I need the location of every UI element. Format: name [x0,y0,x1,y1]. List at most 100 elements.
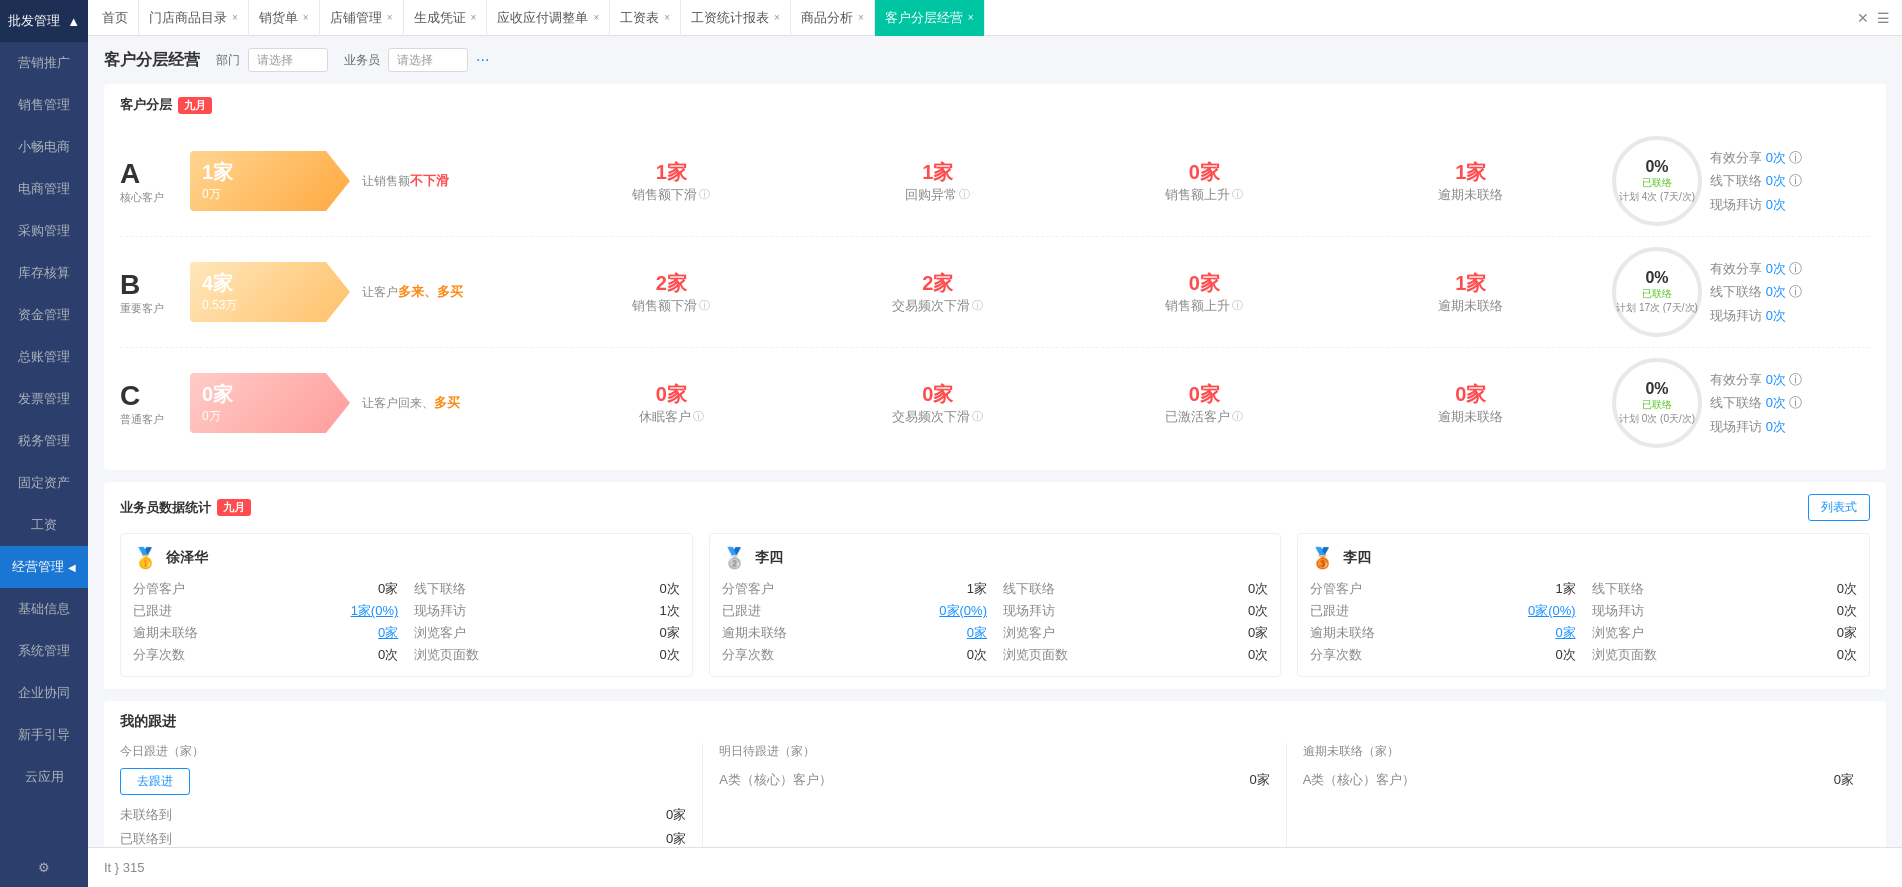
sidebar-item-固定资产[interactable]: 固定资产 [0,462,88,504]
dept-filter: 部门 请选择 [216,48,328,72]
close-icon[interactable]: × [387,12,393,23]
tab-product-analysis[interactable]: 商品分析 × [791,0,875,36]
stat-row: 现场拜访 0次 [1003,602,1268,620]
settings-btn[interactable]: ⚙ [0,848,88,887]
tab-payroll[interactable]: 工资表 × [610,0,681,36]
stat-key: 已跟进 [133,602,172,620]
stat-val-link[interactable]: 0家 [378,624,398,642]
tab-customer-tier[interactable]: 客户分层经营 × [875,0,985,36]
sidebar-item-采购管理[interactable]: 采购管理 [0,210,88,252]
sidebar-toggle-icon: ▲ [67,14,80,29]
stat-val: 0次 [1248,602,1268,620]
sidebar-item-工资[interactable]: 工资 [0,504,88,546]
tab-store-mgmt[interactable]: 店铺管理 × [320,0,404,36]
stat-val: 0次 [659,580,679,598]
close-icon[interactable]: × [774,12,780,23]
info-icon[interactable]: ⓘ [699,187,710,202]
stat-row: 线下联络 0次 [1592,580,1857,598]
stat-key: 线下联络 [1003,580,1055,598]
info-icon[interactable]: ⓘ [1232,409,1243,424]
stat-val-link[interactable]: 0家(0%) [1528,602,1576,620]
close-icon[interactable]: × [858,12,864,23]
close-icon[interactable]: × [303,12,309,23]
info-icon[interactable]: ⓘ [972,298,983,313]
sidebar-item-企业协同[interactable]: 企业协同 [0,672,88,714]
sidebar-item-销售管理[interactable]: 销售管理 [0,84,88,126]
stat-val-link[interactable]: 0家 [967,624,987,642]
info-icon[interactable]: ⓘ [1232,187,1243,202]
follow-key: A类（核心）客户） [1303,771,1416,789]
metric-label: 交易频次下滑 ⓘ [805,408,1072,426]
tier-suggestion-highlight-b: 多来、多买 [398,284,463,299]
stat-key: 分享次数 [133,646,185,664]
sidebar-item-基础信息[interactable]: 基础信息 [0,588,88,630]
stat-row: 浏览页面数 0次 [1592,646,1857,664]
sidebar-item-库存核算[interactable]: 库存核算 [0,252,88,294]
stat-val-link[interactable]: 0家 [1555,624,1575,642]
stat-row: 浏览页面数 0次 [414,646,679,664]
stat-val: 0次 [659,646,679,664]
sidebar-item-总账管理[interactable]: 总账管理 [0,336,88,378]
tab-voucher[interactable]: 生成凭证 × [404,0,488,36]
circle-plan-a: 计划 4次 (7天/次) [1619,190,1695,204]
follow-tomorrow-label: 明日待跟进（家） [719,743,1269,760]
info-icon[interactable]: ⓘ [959,187,970,202]
sidebar-item-税务管理[interactable]: 税务管理 [0,420,88,462]
stat-row: 线下联络 0次 [414,580,679,598]
tier-stat-box-c[interactable]: 0家 0万 [190,373,350,433]
tier-stat-box-b[interactable]: 4家 0.53万 [190,262,350,322]
stat-key: 已跟进 [1310,602,1349,620]
stat-row: 分管客户 0家 [133,580,398,598]
sidebar-item-经营管理[interactable]: 经营管理 ◀ [0,546,88,588]
sidebar-item-电商管理[interactable]: 电商管理 [0,168,88,210]
tab-close-all-icon[interactable]: ✕ [1857,10,1869,26]
stat-val-link[interactable]: 1家(0%) [351,602,399,620]
sidebar-header[interactable]: 批发管理 ▲ [0,0,88,42]
follow-val: 0家 [1834,771,1854,789]
close-icon[interactable]: × [664,12,670,23]
close-icon[interactable]: × [471,12,477,23]
sidebar-item-资金管理[interactable]: 资金管理 [0,294,88,336]
sidebar: 批发管理 ▲ 营销推广 销售管理 小畅电商 电商管理 采购管理 库存核算 资金管… [0,0,88,887]
tab-menu-icon[interactable]: ☰ [1877,10,1890,26]
right-stat: 线下联络 0次 ⓘ [1710,391,1870,414]
tab-sales-order[interactable]: 销货单 × [249,0,320,36]
sidebar-item-新手引导[interactable]: 新手引导 [0,714,88,756]
list-view-btn[interactable]: 列表式 [1808,494,1870,521]
bottom-bar: It } 315 [88,847,1902,887]
close-icon[interactable]: × [593,12,599,23]
tier-count-a: 1家 [202,159,338,186]
stat-row: 分享次数 0次 [133,646,398,664]
tab-store-products[interactable]: 门店商品目录 × [139,0,249,36]
info-icon[interactable]: ⓘ [972,409,983,424]
follow-row: 已联络到 0家 [120,827,686,847]
stat-val-link[interactable]: 0家(0%) [939,602,987,620]
sidebar-item-云应用[interactable]: 云应用 [0,756,88,798]
more-filters-btn[interactable]: ··· [476,51,489,69]
info-icon[interactable]: ⓘ [699,298,710,313]
staff-title: 业务员数据统计 九月 [120,499,251,517]
tab-label: 工资统计报表 [691,9,769,27]
sidebar-item-发票管理[interactable]: 发票管理 [0,378,88,420]
close-icon[interactable]: × [968,12,974,23]
tab-payroll-report[interactable]: 工资统计报表 × [681,0,791,36]
tier-stat-box-a[interactable]: 1家 0万 [190,151,350,211]
stat-key: 分管客户 [1310,580,1362,598]
sidebar-item-营销推广[interactable]: 营销推广 [0,42,88,84]
metric-count: 0家 [538,381,805,408]
staff-select[interactable]: 请选择 [388,48,468,72]
dept-select[interactable]: 请选择 [248,48,328,72]
stat-val: 1次 [659,602,679,620]
close-icon[interactable]: × [232,12,238,23]
info-icon[interactable]: ⓘ [1232,298,1243,313]
month-badge: 九月 [178,97,212,114]
info-icon[interactable]: ⓘ [693,409,704,424]
sidebar-item-小畅电商[interactable]: 小畅电商 [0,126,88,168]
go-follow-btn[interactable]: 去跟进 [120,768,190,795]
metric-count: 1家 [805,159,1072,186]
tab-receivable[interactable]: 应收应付调整单 × [487,0,610,36]
page-title: 客户分层经营 [104,50,200,71]
tab-home[interactable]: 首页 [92,0,139,36]
sidebar-item-系统管理[interactable]: 系统管理 [0,630,88,672]
follow-val: 0家 [666,806,686,824]
